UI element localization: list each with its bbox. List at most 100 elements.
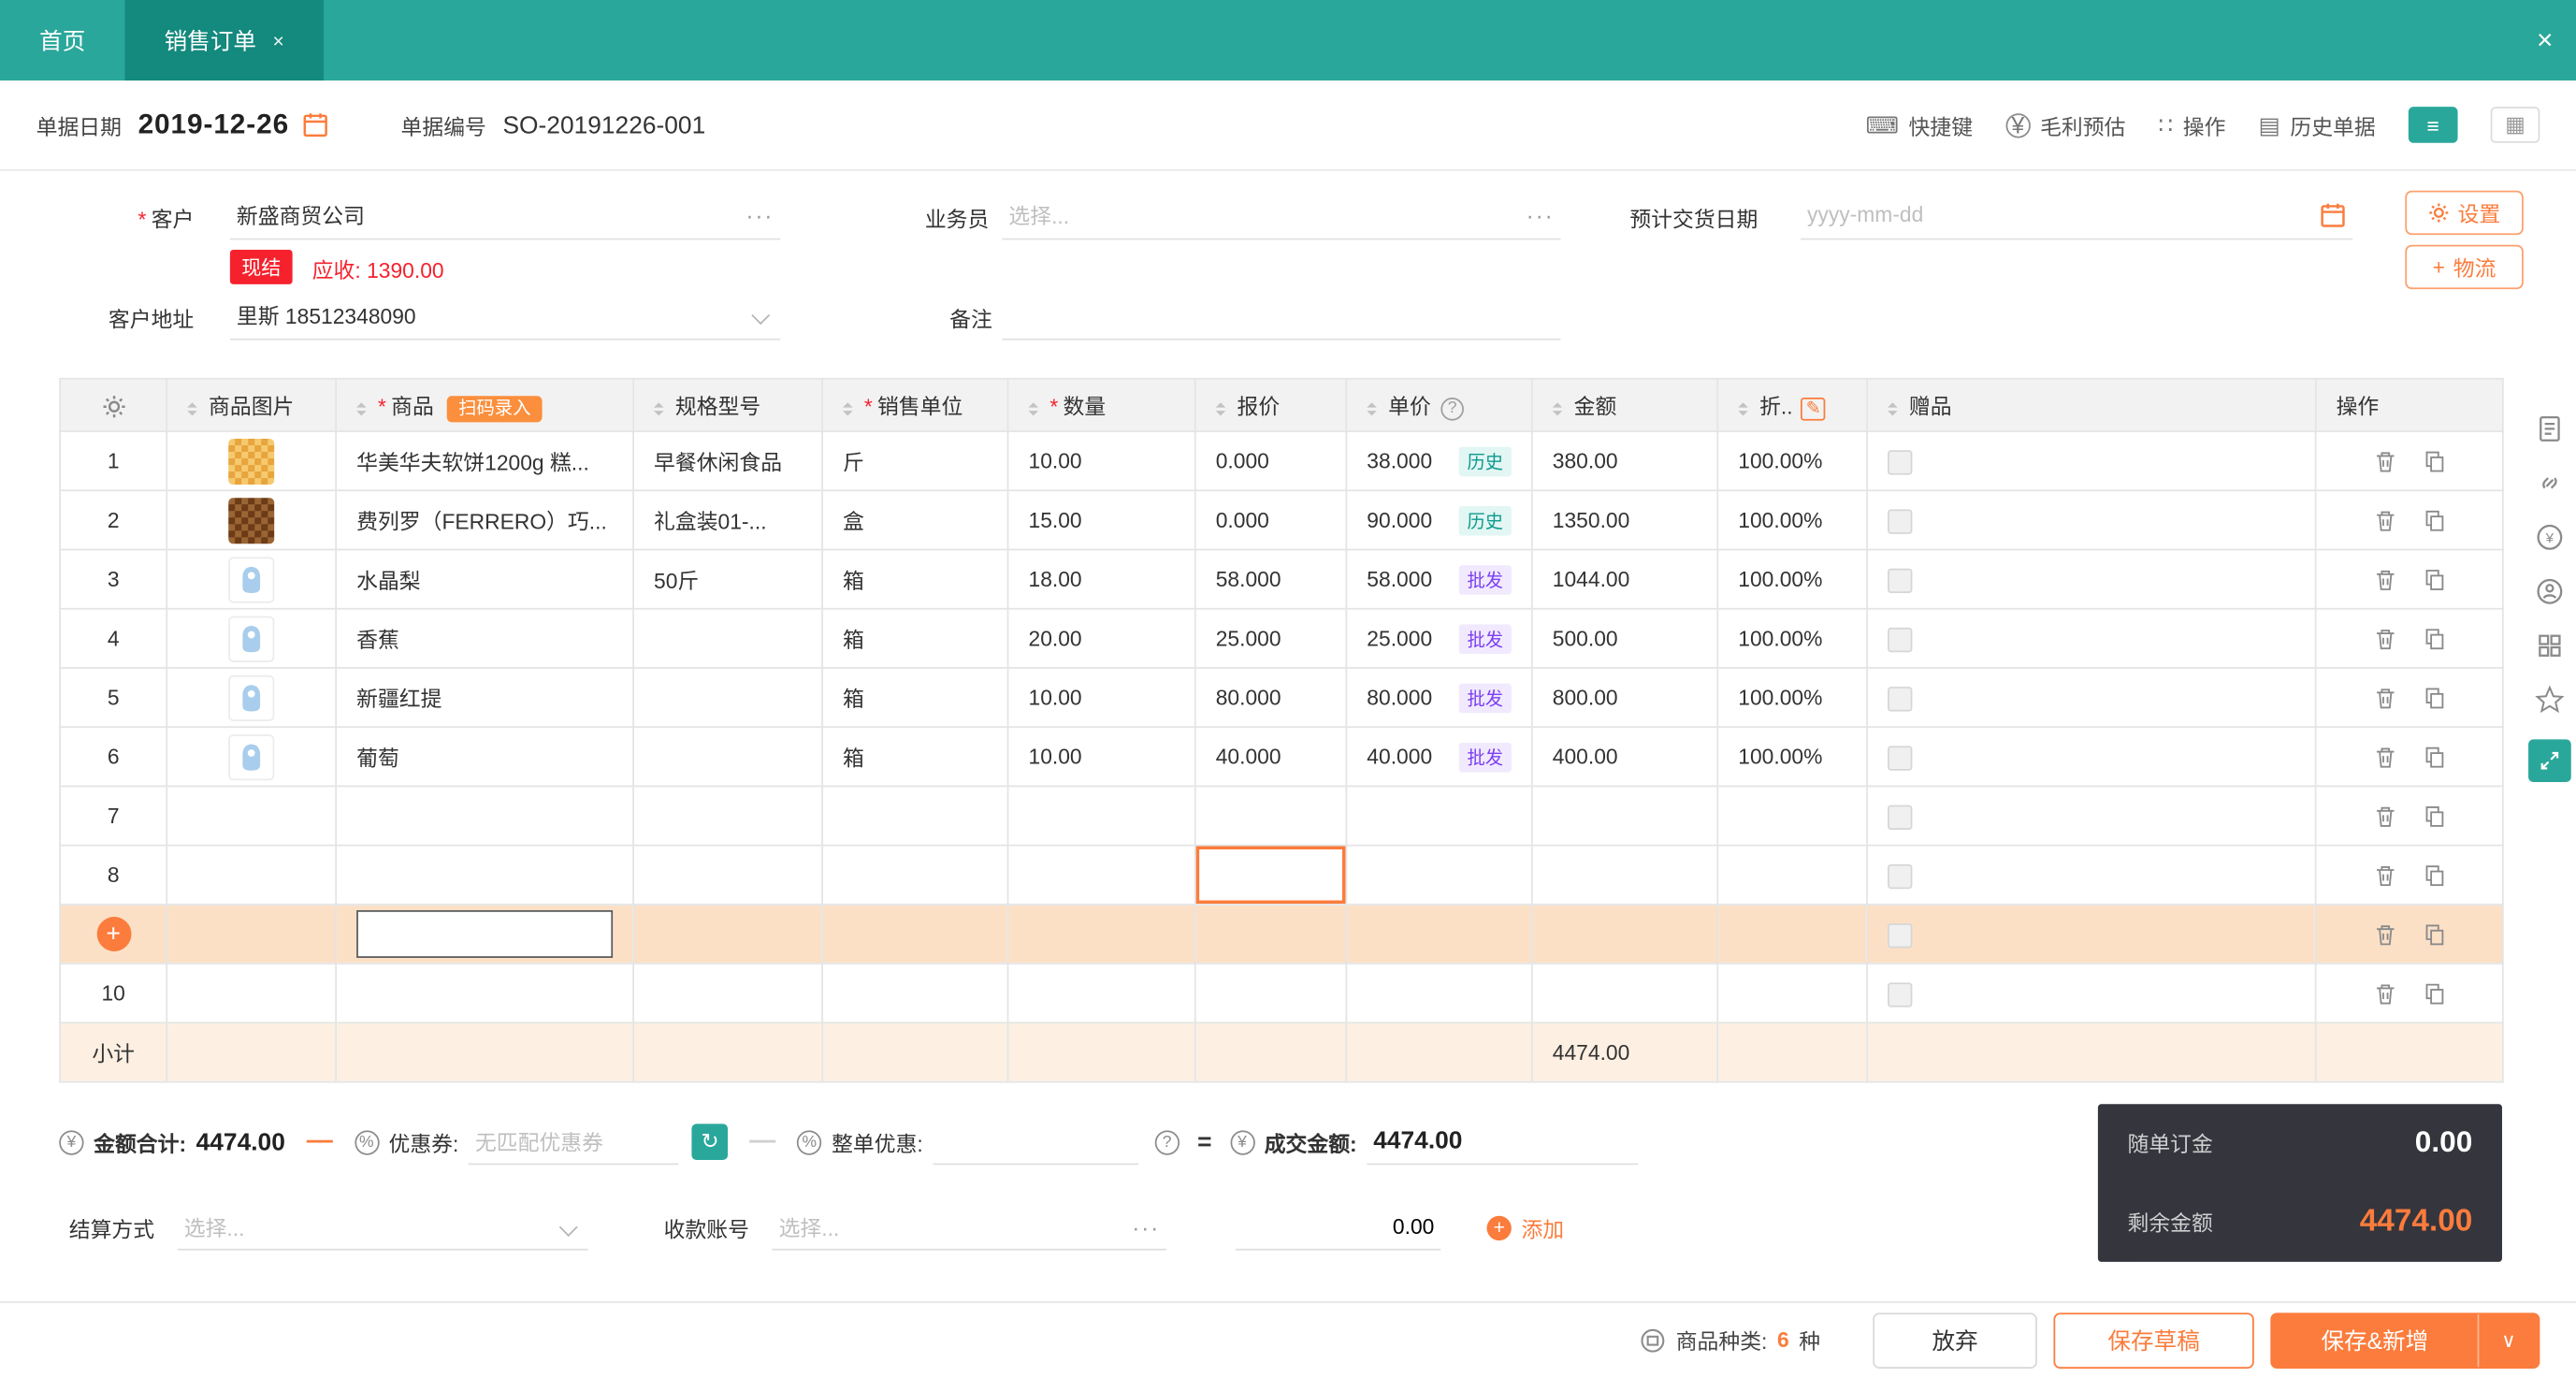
delete-row-icon[interactable] (2373, 688, 2396, 711)
gift-checkbox[interactable] (1888, 686, 1913, 711)
price-cell[interactable]: 58.000 批发 (1345, 548, 1533, 610)
info-icon[interactable]: ? (1440, 397, 1464, 420)
price-cell[interactable]: 25.000 批发 (1345, 607, 1533, 669)
unit-cell[interactable] (821, 963, 1009, 1024)
quote-cell[interactable]: 0.000 (1194, 489, 1348, 551)
copy-row-icon[interactable] (2423, 805, 2446, 829)
card-view-toggle[interactable]: ▦ (2490, 107, 2540, 143)
account-field[interactable]: 选择... ··· (772, 1204, 1167, 1251)
price-tag[interactable]: 批发 (1458, 682, 1512, 713)
delete-row-icon[interactable] (2373, 924, 2396, 948)
delete-row-icon[interactable] (2373, 510, 2396, 533)
tab-sales-order[interactable]: 销售订单 × (124, 0, 325, 81)
product-name-cell[interactable]: 葡萄 (335, 726, 634, 788)
sort-icon[interactable] (654, 397, 664, 420)
refresh-coupon-button[interactable]: ↻ (691, 1123, 729, 1161)
form-icon[interactable] (2535, 414, 2565, 444)
product-name-cell[interactable]: 香蕉 (335, 607, 634, 669)
product-photo-placeholder[interactable] (228, 556, 275, 602)
favorite-star-icon[interactable] (2535, 685, 2565, 715)
edit-icon[interactable]: ✎ (1801, 398, 1827, 421)
amount-cell[interactable]: 1350.00 (1530, 489, 1719, 551)
add-payment-button[interactable]: + 添加 (1486, 1211, 1564, 1242)
amount-cell[interactable]: 400.00 (1530, 726, 1719, 788)
product-photo-placeholder[interactable] (228, 674, 275, 721)
discount-cell[interactable] (1716, 904, 1869, 964)
logistics-button[interactable]: + 物流 (2405, 244, 2524, 290)
spec-cell[interactable] (632, 726, 823, 788)
qty-cell[interactable] (1006, 844, 1196, 906)
amount-cell[interactable] (1530, 904, 1719, 964)
amount-cell[interactable] (1530, 785, 1719, 847)
copy-row-icon[interactable] (2423, 510, 2446, 533)
spec-cell[interactable] (632, 607, 823, 669)
quote-cell[interactable] (1194, 904, 1348, 964)
unit-cell[interactable] (821, 785, 1009, 847)
new-product-input[interactable] (356, 910, 614, 958)
price-cell[interactable]: 38.000 历史 (1345, 430, 1533, 492)
spec-cell[interactable]: 早餐休闲食品 (632, 430, 823, 492)
customer-address-field[interactable]: 里斯 18512348090 (229, 291, 781, 341)
add-row-button[interactable]: + (95, 917, 131, 951)
quote-cell[interactable] (1194, 785, 1348, 847)
copy-row-icon[interactable] (2423, 983, 2446, 1007)
product-image-cell[interactable] (166, 904, 338, 964)
list-view-toggle[interactable]: ≡ (2408, 107, 2458, 143)
product-photo[interactable] (228, 438, 275, 485)
sort-icon[interactable] (1553, 397, 1563, 420)
sort-icon[interactable] (843, 397, 853, 420)
price-tag[interactable]: 历史 (1458, 445, 1512, 476)
order-discount-field[interactable] (933, 1119, 1138, 1166)
gift-checkbox[interactable] (1888, 922, 1913, 948)
qty-cell[interactable] (1006, 904, 1196, 964)
price-tag[interactable]: 批发 (1458, 742, 1512, 772)
tab-home[interactable]: 首页 (0, 0, 124, 80)
product-name-cell[interactable] (335, 963, 634, 1024)
product-image-cell[interactable] (166, 844, 338, 906)
price-tag[interactable]: 历史 (1458, 505, 1512, 535)
scan-entry-button[interactable]: 扫码录入 (446, 396, 543, 423)
save-options-dropdown[interactable]: ∨ (2479, 1313, 2538, 1366)
unit-cell[interactable]: 斤 (821, 430, 1009, 492)
delete-row-icon[interactable] (2373, 569, 2396, 592)
grid-settings-icon[interactable] (101, 394, 125, 418)
spec-cell[interactable]: 50斤 (632, 548, 823, 610)
delete-row-icon[interactable] (2373, 628, 2396, 651)
quote-cell[interactable]: 25.000 (1194, 607, 1348, 669)
gift-checkbox[interactable] (1888, 863, 1913, 889)
save-draft-button[interactable]: 保存草稿 (2053, 1312, 2254, 1369)
settings-button[interactable]: 设置 (2405, 190, 2524, 236)
price-cell[interactable] (1345, 904, 1533, 964)
chevron-down-icon[interactable] (558, 1217, 578, 1237)
copy-row-icon[interactable] (2423, 569, 2446, 592)
spec-cell[interactable] (632, 667, 823, 729)
more-icon[interactable]: ··· (1527, 201, 1555, 227)
qty-cell[interactable]: 20.00 (1006, 607, 1196, 669)
price-cell[interactable]: 40.000 批发 (1345, 726, 1533, 788)
price-cell[interactable]: 90.000 历史 (1345, 489, 1533, 551)
quote-cell[interactable]: 40.000 (1194, 726, 1348, 788)
quote-cell[interactable]: 58.000 (1194, 548, 1348, 610)
copy-row-icon[interactable] (2423, 451, 2446, 474)
sort-icon[interactable] (1216, 397, 1226, 420)
delete-row-icon[interactable] (2373, 983, 2396, 1007)
settlement-select[interactable]: 选择... (177, 1204, 588, 1251)
product-photo-placeholder[interactable] (228, 615, 275, 661)
product-image-cell[interactable] (166, 785, 338, 847)
sort-icon[interactable] (1888, 397, 1898, 420)
discount-cell[interactable]: 100.00% (1716, 430, 1869, 492)
product-name-cell[interactable] (335, 904, 634, 964)
delete-row-icon[interactable] (2373, 864, 2396, 888)
qty-cell[interactable]: 10.00 (1006, 726, 1196, 788)
help-icon[interactable]: ? (1154, 1129, 1179, 1154)
discount-cell[interactable] (1716, 963, 1869, 1024)
document-date[interactable]: 2019-12-26 (138, 109, 290, 141)
spec-cell[interactable] (632, 963, 823, 1024)
abandon-button[interactable]: 放弃 (1873, 1312, 2037, 1369)
discount-cell[interactable]: 100.00% (1716, 607, 1869, 669)
price-cell[interactable]: 80.000 批发 (1345, 667, 1533, 729)
price-cell[interactable] (1345, 785, 1533, 847)
link-icon[interactable] (2535, 469, 2565, 499)
save-and-new-button[interactable]: 保存&新增 ∨ (2270, 1312, 2540, 1369)
price-tag[interactable]: 批发 (1458, 564, 1512, 594)
